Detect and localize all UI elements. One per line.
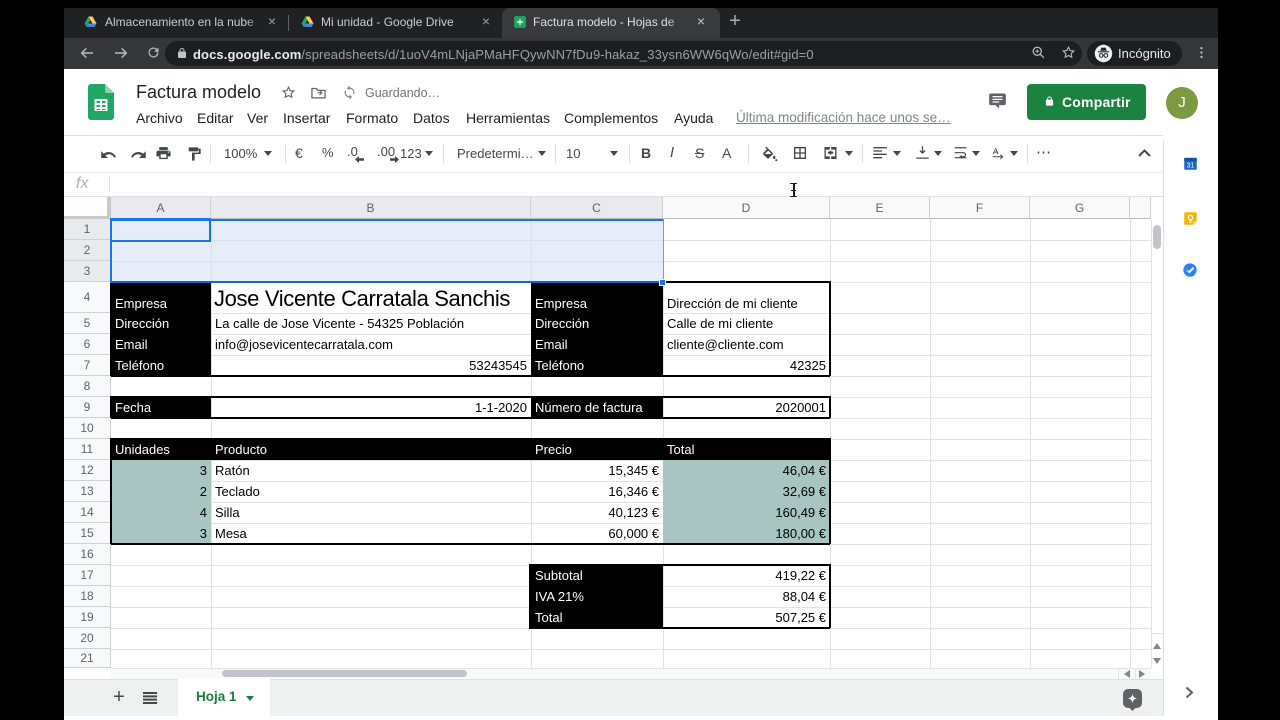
svg-text:31: 31 — [1187, 162, 1195, 169]
